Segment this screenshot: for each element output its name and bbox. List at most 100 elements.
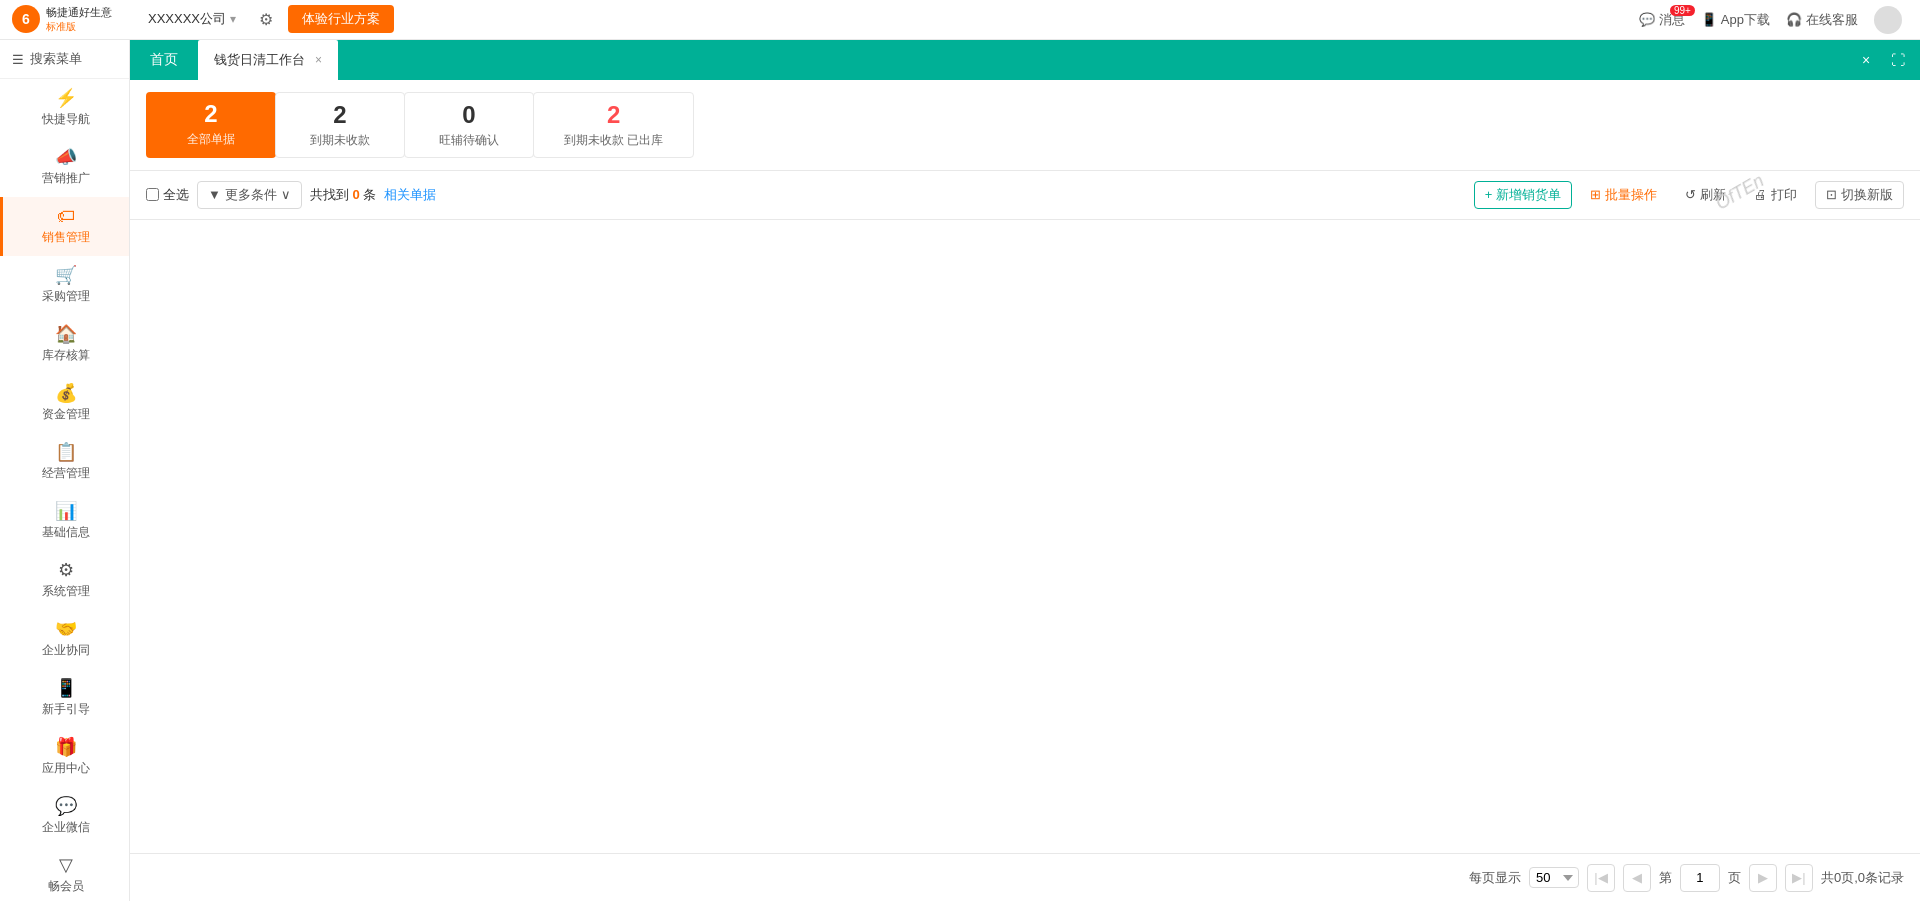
switch-version-button[interactable]: ⊡ 切换新版 [1815, 181, 1904, 209]
experience-button[interactable]: 体验行业方案 [288, 5, 394, 33]
tab-bar-actions: × ⛶ [1852, 46, 1920, 74]
sidebar-item-operation[interactable]: 📋 经营管理 [0, 433, 129, 492]
sidebar-item-finance[interactable]: 💰 资金管理 [0, 374, 129, 433]
sidebar-item-basic-info[interactable]: 📊 基础信息 [0, 492, 129, 551]
filter-button[interactable]: ▼ 更多条件 ∨ [197, 181, 302, 209]
select-all-checkbox[interactable]: 全选 [146, 186, 189, 204]
logo-icon: 6 [12, 5, 40, 33]
refresh-label: 刷新 [1700, 186, 1726, 204]
system-icon: ⚙ [58, 561, 74, 579]
page-suffix: 页 [1728, 869, 1741, 887]
sidebar-item-inventory[interactable]: 🏠 库存核算 [0, 315, 129, 374]
avatar-area[interactable] [1874, 6, 1908, 34]
switch-icon: ⊡ [1826, 187, 1837, 202]
summary-card-unshipped[interactable]: 2 到期未收款 已出库 [533, 92, 694, 158]
related-bills-link[interactable]: 相关单据 [384, 186, 436, 204]
new-sales-button[interactable]: + 新增销货单 [1474, 181, 1572, 209]
tab-bar: 首页 钱货日清工作台 × × ⛶ [130, 40, 1920, 80]
app-download-label: App下载 [1721, 11, 1770, 29]
marketing-icon: 📣 [55, 148, 77, 166]
purchase-icon: 🛒 [55, 266, 77, 284]
app-download-button[interactable]: 📱 App下载 [1701, 11, 1770, 29]
logo-line2: 标准版 [46, 20, 112, 34]
tab-close-icon[interactable]: × [315, 53, 322, 67]
sidebar-item-system[interactable]: ⚙ 系统管理 [0, 551, 129, 610]
settings-button[interactable]: ⚙ [252, 5, 280, 33]
basic-info-icon: 📊 [55, 502, 77, 520]
sidebar-item-enterprise[interactable]: 🤝 企业协同 [0, 610, 129, 669]
page-size-label: 每页显示 [1469, 869, 1521, 887]
sidebar-item-quick-nav[interactable]: ⚡ 快捷导航 [0, 79, 129, 138]
tab-home[interactable]: 首页 [130, 40, 198, 80]
sidebar-operation-label: 经营管理 [42, 465, 90, 482]
tab-minimize-button[interactable]: × [1852, 46, 1880, 74]
page-next-button[interactable]: ▶ [1749, 864, 1777, 892]
table-area [130, 220, 1920, 853]
summary-wangwang-label: 旺辅待确认 [439, 132, 499, 149]
sidebar-item-newbie[interactable]: 📱 新手引导 [0, 669, 129, 728]
page-prev-button[interactable]: ◀ [1623, 864, 1651, 892]
toolbar-left: 全选 ▼ 更多条件 ∨ 共找到 0 条 相关单据 [146, 181, 1462, 209]
sales-icon: 🏷 [57, 207, 75, 225]
filter-icon: ▼ [208, 187, 221, 202]
header-left: 6 畅捷通好生意 标准版 XXXXXX公司 ▾ ⚙ 体验行业方案 [12, 5, 394, 33]
sidebar-item-app-center[interactable]: 🎁 应用中心 [0, 728, 129, 787]
summary-card-all[interactable]: 2 全部单据 [146, 92, 276, 158]
batch-operations-button[interactable]: ⊞ 批量操作 [1580, 182, 1667, 208]
summary-card-wangwang[interactable]: 0 旺辅待确认 [404, 92, 534, 158]
chevron-down-icon: ▾ [230, 12, 236, 26]
refresh-button[interactable]: ↺ 刷新 [1675, 182, 1736, 208]
content-area: 首页 钱货日清工作台 × × ⛶ 2 全部单据 2 到期未收款 0 旺辅待确认 [130, 40, 1920, 901]
toolbar: 全选 ▼ 更多条件 ∨ 共找到 0 条 相关单据 + 新增销货单 ⊞ 批 [130, 171, 1920, 220]
search-icon: ☰ [12, 52, 24, 67]
inventory-icon: 🏠 [55, 325, 77, 343]
sidebar-item-search-menu[interactable]: ☰ 搜索菜单 [0, 40, 129, 79]
message-badge: 99+ [1670, 5, 1695, 16]
main-layout: ☰ 搜索菜单 ⚡ 快捷导航 📣 营销推广 🏷 销售管理 🛒 采购管理 🏠 库存核… [0, 40, 1920, 901]
tab-active[interactable]: 钱货日清工作台 × [198, 40, 338, 80]
sidebar-item-purchase[interactable]: 🛒 采购管理 [0, 256, 129, 315]
sidebar-finance-label: 资金管理 [42, 406, 90, 423]
select-all-label: 全选 [163, 186, 189, 204]
page-last-button[interactable]: ▶| [1785, 864, 1813, 892]
page-input[interactable] [1680, 864, 1720, 892]
company-selector[interactable]: XXXXXX公司 ▾ [140, 6, 244, 32]
print-button[interactable]: 🖨 打印 [1744, 182, 1807, 208]
newbie-icon: 📱 [55, 679, 77, 697]
summary-card-overdue-unpaid[interactable]: 2 到期未收款 [275, 92, 405, 158]
filter-chevron-icon: ∨ [281, 187, 291, 202]
sidebar-weixin-label: 企业微信 [42, 819, 90, 836]
sidebar-item-weixin[interactable]: 💬 企业微信 [0, 787, 129, 846]
online-service-button[interactable]: 🎧 在线客服 [1786, 11, 1858, 29]
batch-label: 批量操作 [1605, 186, 1657, 204]
batch-icon: ⊞ [1590, 187, 1601, 202]
sidebar-member-label: 畅会员 [48, 878, 84, 895]
page-size-select[interactable]: 10 20 50 100 [1529, 867, 1579, 888]
summary-unshipped-number: 2 [607, 101, 620, 130]
sidebar-app-center-label: 应用中心 [42, 760, 90, 777]
service-icon: 🎧 [1786, 12, 1802, 27]
message-button[interactable]: 💬 消息 99+ [1639, 11, 1685, 29]
page-first-button[interactable]: |◀ [1587, 864, 1615, 892]
sidebar-item-marketing[interactable]: 📣 营销推广 [0, 138, 129, 197]
pagination-summary: 共0页,0条记录 [1821, 869, 1904, 887]
summary-all-number: 2 [204, 100, 217, 129]
refresh-icon: ↺ [1685, 187, 1696, 202]
tab-maximize-button[interactable]: ⛶ [1884, 46, 1912, 74]
logo-area: 6 畅捷通好生意 标准版 [12, 5, 132, 33]
logo-line1: 畅捷通好生意 [46, 5, 112, 19]
member-icon: ▽ [59, 856, 73, 874]
filter-label: 更多条件 [225, 186, 277, 204]
select-all-input[interactable] [146, 188, 159, 201]
toolbar-right: + 新增销货单 ⊞ 批量操作 ↺ 刷新 🖨 打印 ⊡ 切换新版 [1474, 181, 1904, 209]
summary-unshipped-label: 到期未收款 已出库 [564, 132, 663, 149]
logo-text: 畅捷通好生意 标准版 [46, 5, 112, 33]
sidebar-sales-label: 销售管理 [42, 229, 90, 246]
finance-icon: 💰 [55, 384, 77, 402]
sidebar-item-sales[interactable]: 🏷 销售管理 [0, 197, 129, 256]
header-right: 💬 消息 99+ 📱 App下载 🎧 在线客服 [1639, 6, 1908, 34]
sidebar-item-member[interactable]: ▽ 畅会员 [0, 846, 129, 901]
sidebar: ☰ 搜索菜单 ⚡ 快捷导航 📣 营销推广 🏷 销售管理 🛒 采购管理 🏠 库存核… [0, 40, 130, 901]
operation-icon: 📋 [55, 443, 77, 461]
sidebar-inventory-label: 库存核算 [42, 347, 90, 364]
